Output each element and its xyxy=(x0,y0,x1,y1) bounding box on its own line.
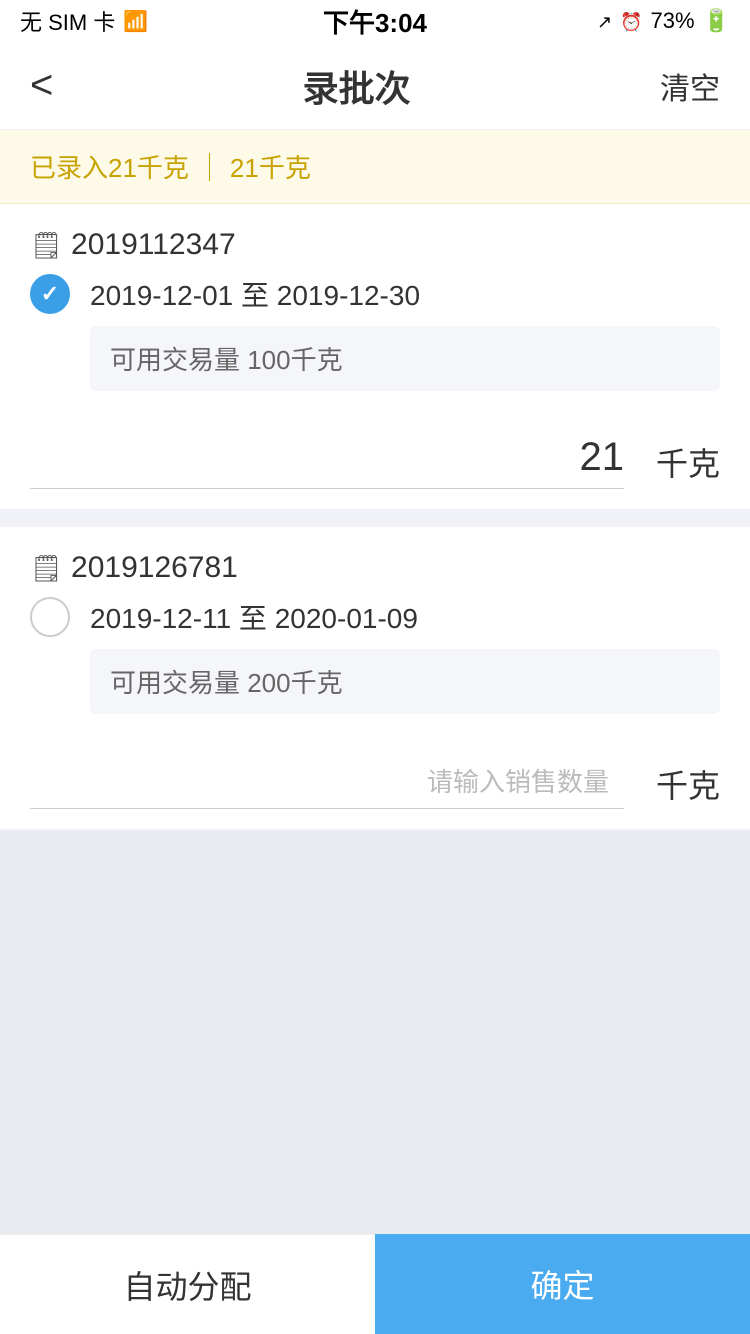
batch1-header: 🗒 2019112347 xyxy=(30,228,720,262)
wifi-icon xyxy=(123,8,148,34)
batch1-item: 🗒 2019112347 2019-12-01 至 2019-12-30 可用交… xyxy=(30,228,720,391)
batch2-date: 2019-12-11 至 2020-01-09 xyxy=(90,597,418,637)
batch1-content: 🗒 2019112347 2019-12-01 至 2019-12-30 可用交… xyxy=(0,204,750,415)
status-right: 73% 🔋 xyxy=(597,8,730,34)
status-time: 下午3:04 xyxy=(323,3,427,40)
battery-icon: 🔋 xyxy=(703,8,730,34)
batch1-avail: 可用交易量 100千克 xyxy=(90,326,720,391)
alarm-icon xyxy=(620,8,642,34)
nav-bar: < 录批次 清空 xyxy=(0,42,750,130)
location-icon xyxy=(597,8,612,34)
batch2-card: 🗒 2019126781 2019-12-11 至 2020-01-09 可用交… xyxy=(0,527,750,829)
batch2-avail: 可用交易量 200千克 xyxy=(90,649,720,714)
bottom-bar: 自动分配 确定 xyxy=(0,1234,750,1334)
batch2-date-row[interactable]: 2019-12-11 至 2020-01-09 xyxy=(30,597,720,637)
batch1-unit: 千克 xyxy=(656,439,720,485)
batch1-doc-icon: 🗒 xyxy=(30,230,63,261)
batch1-radio[interactable] xyxy=(30,274,70,314)
carrier-text: 无 SIM 卡 xyxy=(20,5,115,37)
back-button[interactable]: < xyxy=(30,63,53,108)
batch2-unit: 千克 xyxy=(656,761,720,807)
status-left: 无 SIM 卡 xyxy=(20,5,148,37)
page-title: 录批次 xyxy=(303,60,411,112)
batch2-qty-input[interactable] xyxy=(424,758,624,800)
batch1-qty-row: 21 千克 xyxy=(0,415,750,509)
auto-distribute-button[interactable]: 自动分配 xyxy=(0,1234,375,1334)
status-bar: 无 SIM 卡 下午3:04 73% 🔋 xyxy=(0,0,750,42)
info-value: 21千克 xyxy=(230,148,311,185)
batch1-date-row[interactable]: 2019-12-01 至 2019-12-30 xyxy=(30,274,720,314)
section-gap-1 xyxy=(0,511,750,527)
clear-button[interactable]: 清空 xyxy=(660,64,720,108)
batch1-id: 2019112347 xyxy=(71,228,236,262)
batch2-doc-icon: 🗒 xyxy=(30,553,63,584)
confirm-button[interactable]: 确定 xyxy=(375,1234,750,1334)
info-divider xyxy=(209,153,210,181)
info-label: 已录入21千克 xyxy=(30,148,189,185)
info-banner: 已录入21千克 21千克 xyxy=(0,130,750,204)
batch2-id: 2019126781 xyxy=(71,551,238,585)
batch1-qty-value: 21 xyxy=(579,435,624,480)
batch2-header: 🗒 2019126781 xyxy=(30,551,720,585)
batch2-qty-row: 千克 xyxy=(0,738,750,829)
batch1-card: 🗒 2019112347 2019-12-01 至 2019-12-30 可用交… xyxy=(0,204,750,509)
batch1-date: 2019-12-01 至 2019-12-30 xyxy=(90,274,420,314)
batch2-content: 🗒 2019126781 2019-12-11 至 2020-01-09 可用交… xyxy=(0,527,750,738)
battery-text: 73% xyxy=(651,8,695,34)
batch2-item: 🗒 2019126781 2019-12-11 至 2020-01-09 可用交… xyxy=(30,551,720,714)
batch2-radio[interactable] xyxy=(30,597,70,637)
